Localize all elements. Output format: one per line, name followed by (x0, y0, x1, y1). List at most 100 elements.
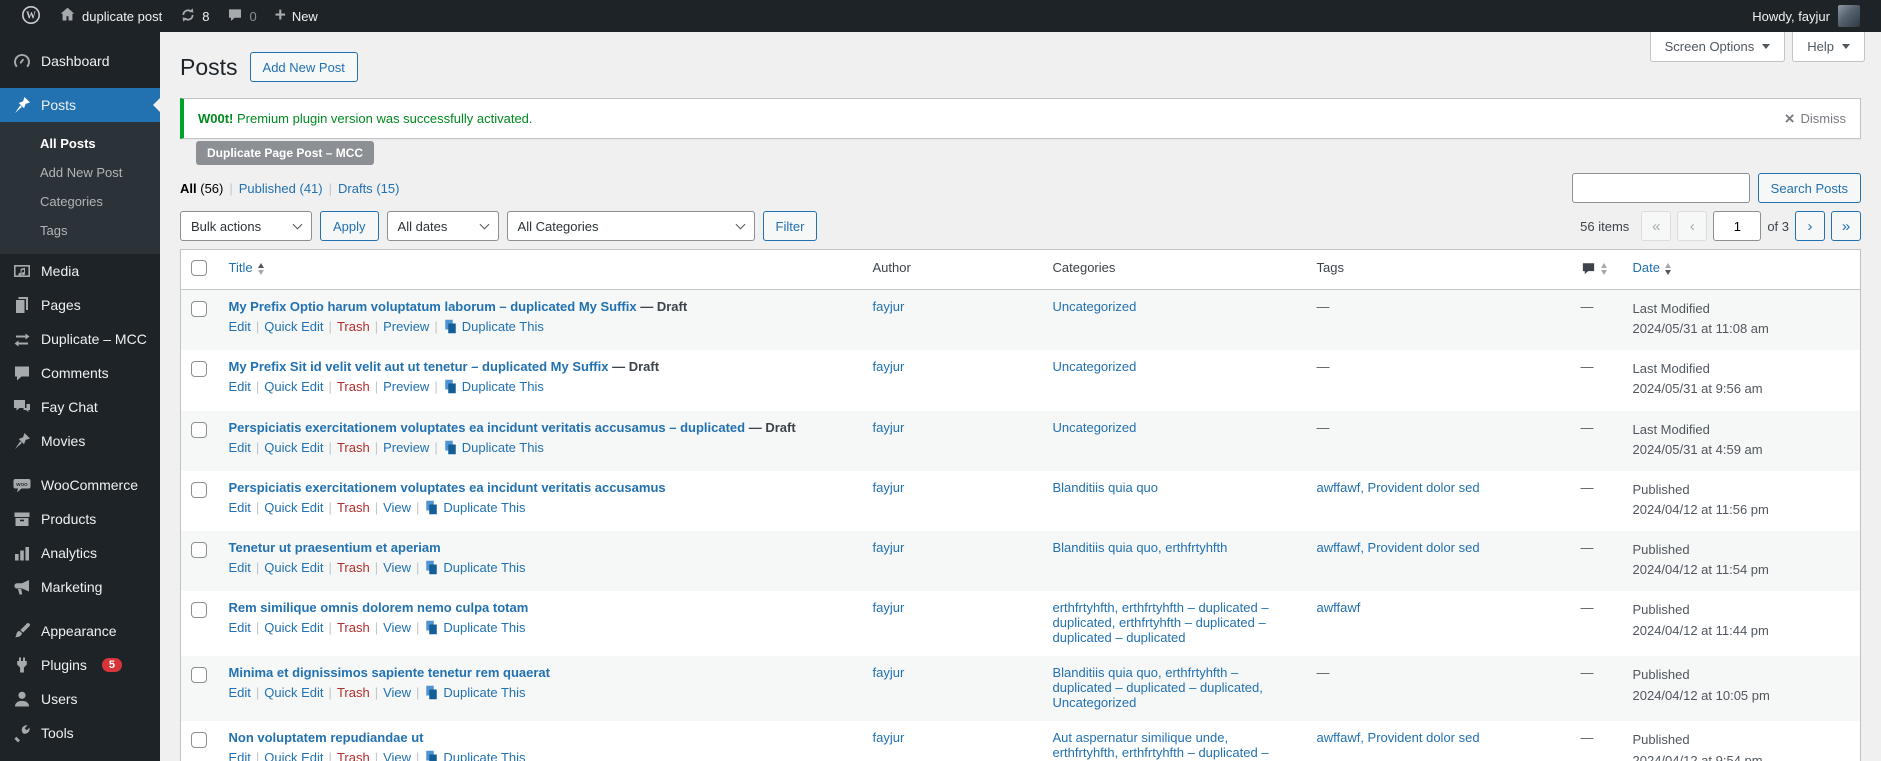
trash-link[interactable]: Trash (337, 500, 370, 515)
quick-edit-link[interactable]: Quick Edit (264, 560, 323, 575)
view-link[interactable]: Preview (383, 440, 429, 455)
help-button[interactable]: Help (1792, 32, 1865, 62)
sidebar-item-media[interactable]: Media (0, 254, 160, 288)
tags-links[interactable]: — (1317, 299, 1330, 314)
post-title-link[interactable]: My Prefix Optio harum voluptatum laborum… (229, 299, 637, 314)
apply-button[interactable]: Apply (320, 211, 379, 241)
edit-link[interactable]: Edit (229, 560, 251, 575)
updates-menu[interactable]: 8 (171, 0, 218, 32)
author-link[interactable]: fayjur (873, 540, 905, 555)
edit-link[interactable]: Edit (229, 620, 251, 635)
trash-link[interactable]: Trash (337, 620, 370, 635)
sidebar-item-analytics[interactable]: Analytics (0, 536, 160, 570)
sidebar-item-pages[interactable]: Pages (0, 288, 160, 322)
row-checkbox[interactable] (191, 602, 207, 619)
row-checkbox[interactable] (191, 301, 207, 317)
sidebar-item-movies[interactable]: Movies (0, 424, 160, 458)
author-link[interactable]: fayjur (873, 600, 905, 615)
view-link[interactable]: View (383, 560, 411, 575)
search-posts-button[interactable]: Search Posts (1757, 173, 1861, 203)
duplicate-this-link[interactable]: Duplicate This (443, 560, 525, 575)
categories-filter-select[interactable]: All Categories (506, 211, 755, 241)
quick-edit-link[interactable]: Quick Edit (264, 620, 323, 635)
new-content-menu[interactable]: + New (266, 0, 327, 32)
bulk-actions-select[interactable]: Bulk actions (180, 211, 312, 241)
next-page-button[interactable]: › (1795, 211, 1825, 241)
column-header-title[interactable]: Title (218, 249, 863, 290)
categories-links[interactable]: Blanditiis quia quo, erthfrtyhfth – dupl… (1053, 665, 1263, 710)
comments-menu[interactable]: 0 (218, 0, 265, 32)
tags-links[interactable]: — (1317, 420, 1330, 435)
sidebar-item-marketing[interactable]: Marketing (0, 570, 160, 604)
row-checkbox[interactable] (191, 542, 207, 559)
post-title-link[interactable]: Rem similique omnis dolorem nemo culpa t… (229, 600, 529, 615)
tags-links[interactable]: awffawf, Provident dolor sed (1317, 480, 1480, 495)
post-title-link[interactable]: Minima et dignissimos sapiente tenetur r… (229, 665, 550, 680)
column-header-comments[interactable] (1570, 249, 1623, 290)
first-page-button[interactable]: « (1641, 211, 1672, 241)
tags-links[interactable]: awffawf, Provident dolor sed (1317, 540, 1480, 555)
duplicate-this-link[interactable]: Duplicate This (462, 440, 544, 455)
dismiss-notice-button[interactable]: × Dismiss (1785, 110, 1846, 127)
post-title-link[interactable]: Perspiciatis exercitationem voluptates e… (229, 480, 666, 495)
trash-link[interactable]: Trash (337, 560, 370, 575)
view-all[interactable]: All (56) (180, 181, 223, 196)
duplicate-this-link[interactable]: Duplicate This (443, 750, 525, 761)
sidebar-item-fay-chat[interactable]: Fay Chat (0, 390, 160, 424)
edit-link[interactable]: Edit (229, 440, 251, 455)
screen-options-button[interactable]: Screen Options (1649, 32, 1786, 62)
trash-link[interactable]: Trash (337, 319, 370, 334)
tags-links[interactable]: awffawf, Provident dolor sed (1317, 730, 1480, 745)
author-link[interactable]: fayjur (873, 665, 905, 680)
categories-links[interactable]: Uncategorized (1053, 299, 1137, 314)
categories-links[interactable]: Blanditiis quia quo (1053, 480, 1159, 495)
duplicate-this-link[interactable]: Duplicate This (462, 319, 544, 334)
author-link[interactable]: fayjur (873, 359, 905, 374)
trash-link[interactable]: Trash (337, 750, 370, 761)
sidebar-item-duplicate-mcc[interactable]: Duplicate – MCC (0, 322, 160, 356)
edit-link[interactable]: Edit (229, 500, 251, 515)
duplicate-this-link[interactable]: Duplicate This (443, 685, 525, 700)
view-drafts[interactable]: Drafts (15) (338, 181, 399, 196)
tags-links[interactable]: — (1317, 359, 1330, 374)
post-title-link[interactable]: Perspiciatis exercitationem voluptates e… (229, 420, 746, 435)
quick-edit-link[interactable]: Quick Edit (264, 685, 323, 700)
author-link[interactable]: fayjur (873, 730, 905, 745)
quick-edit-link[interactable]: Quick Edit (264, 440, 323, 455)
categories-links[interactable]: Uncategorized (1053, 359, 1137, 374)
submenu-tags[interactable]: Tags (0, 216, 160, 245)
submenu-all-posts[interactable]: All Posts (0, 129, 160, 158)
filter-button[interactable]: Filter (762, 211, 818, 241)
categories-links[interactable]: erthfrtyhfth, erthfrtyhfth – duplicated … (1053, 600, 1269, 645)
quick-edit-link[interactable]: Quick Edit (264, 319, 323, 334)
dates-filter-select[interactable]: All dates (386, 211, 499, 241)
row-checkbox[interactable] (191, 421, 207, 438)
select-all-checkbox[interactable] (191, 260, 207, 276)
edit-link[interactable]: Edit (229, 319, 251, 334)
categories-links[interactable]: Aut aspernatur similique unde, erthfrtyh… (1053, 730, 1269, 761)
column-header-date[interactable]: Date (1622, 249, 1861, 290)
categories-links[interactable]: Uncategorized (1053, 420, 1137, 435)
view-published[interactable]: Published (41) (239, 181, 323, 196)
view-link[interactable]: View (383, 685, 411, 700)
edit-link[interactable]: Edit (229, 750, 251, 761)
trash-link[interactable]: Trash (337, 440, 370, 455)
view-link[interactable]: Preview (383, 379, 429, 394)
sidebar-item-products[interactable]: Products (0, 502, 160, 536)
author-link[interactable]: fayjur (873, 420, 905, 435)
wp-logo-menu[interactable]: W (12, 0, 50, 32)
view-link[interactable]: View (383, 500, 411, 515)
post-title-link[interactable]: Tenetur ut praesentium et aperiam (229, 540, 441, 555)
row-checkbox[interactable] (191, 667, 207, 684)
categories-links[interactable]: Blanditiis quia quo, erthfrtyhfth (1053, 540, 1228, 555)
quick-edit-link[interactable]: Quick Edit (264, 500, 323, 515)
last-page-button[interactable]: » (1831, 211, 1861, 241)
sidebar-item-comments[interactable]: Comments (0, 356, 160, 390)
my-account-menu[interactable]: Howdy, fayjur (1743, 0, 1869, 32)
quick-edit-link[interactable]: Quick Edit (264, 379, 323, 394)
sidebar-item-plugins[interactable]: Plugins 5 (0, 648, 160, 682)
sidebar-item-woocommerce[interactable]: WOO WooCommerce (0, 468, 160, 502)
sidebar-item-dashboard[interactable]: Dashboard (0, 44, 160, 78)
row-checkbox[interactable] (191, 732, 207, 749)
submenu-categories[interactable]: Categories (0, 187, 160, 216)
